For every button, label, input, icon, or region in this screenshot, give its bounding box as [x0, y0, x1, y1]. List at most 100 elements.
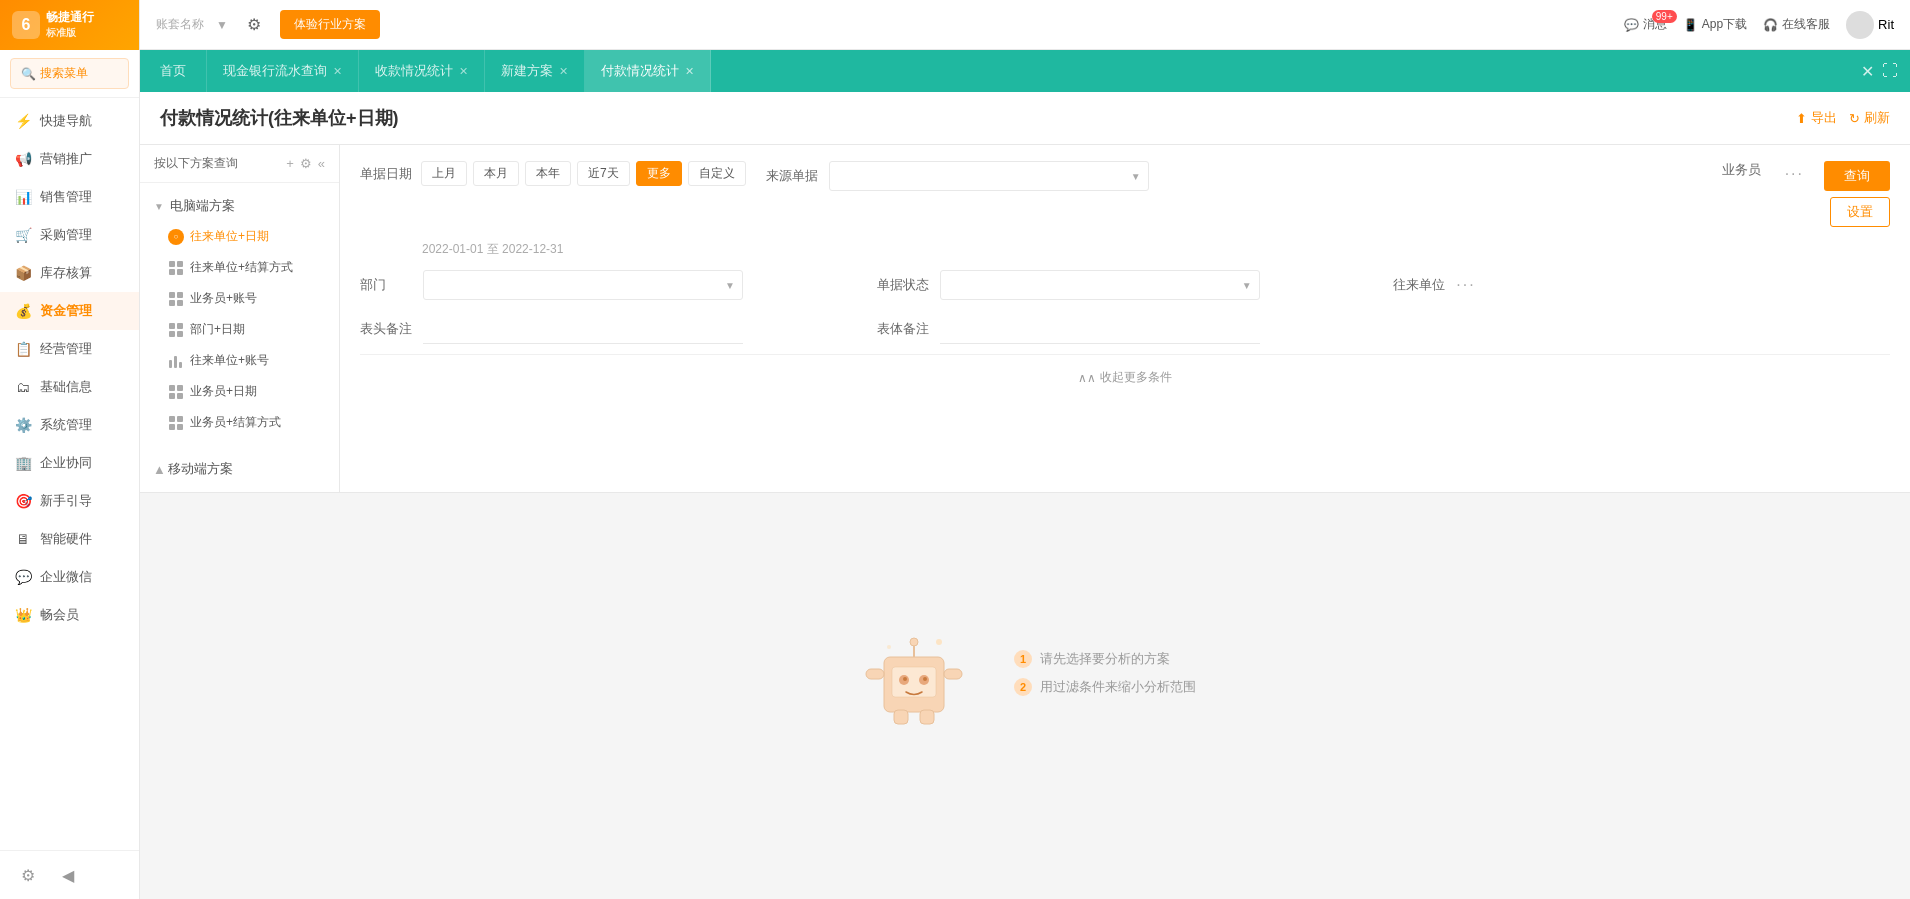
schema-item-grid-icon-0: [168, 260, 184, 276]
svg-rect-10: [894, 710, 908, 724]
counterpart-dots-button[interactable]: ···: [1456, 276, 1475, 294]
tab-expand-icon[interactable]: ⛶: [1882, 62, 1898, 80]
schema-item-salesman-date[interactable]: 业务员+日期: [140, 376, 339, 407]
inventory-icon: 📦: [14, 264, 32, 282]
body-note-input[interactable]: [940, 314, 1260, 344]
sidebar-search-area: 🔍 搜索菜单: [0, 50, 139, 98]
member-icon: 👑: [14, 606, 32, 624]
topbar-account: 账套名称: [156, 16, 204, 33]
sidebar-item-purchase[interactable]: 🛒 采购管理: [0, 216, 139, 254]
sidebar-item-inventory[interactable]: 📦 库存核算: [0, 254, 139, 292]
date-this-year-button[interactable]: 本年: [525, 161, 571, 186]
schema-panel-title: 按以下方案查询: [154, 155, 238, 172]
settings-footer-icon: ⚙: [21, 866, 35, 885]
sidebar-item-system[interactable]: ⚙️ 系统管理: [0, 406, 139, 444]
date-more-button[interactable]: 更多: [636, 161, 682, 186]
counterpart-label: 往来单位: [1393, 276, 1448, 294]
topbar-settings-button[interactable]: ⚙: [240, 11, 268, 39]
date-last-month-button[interactable]: 上月: [421, 161, 467, 186]
schema-item-counterpart-date[interactable]: ○ 往来单位+日期: [140, 221, 339, 252]
collapse-row: ∧∧ 收起更多条件: [360, 354, 1890, 400]
schema-collapse-icon[interactable]: «: [318, 156, 325, 171]
tab-new-plan[interactable]: 新建方案 ✕: [485, 50, 585, 92]
topbar-actions: 💬 消息 99+ 📱 App下载 🎧 在线客服 Rit: [1624, 11, 1894, 39]
empty-hint-2: 2 用过滤条件来缩小分析范围: [1014, 678, 1196, 696]
sidebar-item-marketing[interactable]: 📢 营销推广: [0, 140, 139, 178]
tab-new-plan-close-icon[interactable]: ✕: [559, 65, 568, 78]
refresh-icon: ↻: [1849, 111, 1860, 126]
tab-collection[interactable]: 收款情况统计 ✕: [359, 50, 485, 92]
sidebar-collapse-button[interactable]: ◀: [54, 861, 82, 889]
schema-item-counterpart-settle[interactable]: 往来单位+结算方式: [140, 252, 339, 283]
tab-payment-close-icon[interactable]: ✕: [685, 65, 694, 78]
app-download-icon: 📱: [1683, 18, 1698, 32]
tab-payment[interactable]: 付款情况统计 ✕: [585, 50, 711, 92]
schema-mobile-group-header[interactable]: ▶ 移动端方案: [140, 454, 339, 484]
user-profile-button[interactable]: Rit: [1846, 11, 1894, 39]
source-select[interactable]: [829, 161, 1149, 191]
schema-item-grid-icon-3: [168, 384, 184, 400]
sales-icon: 📊: [14, 188, 32, 206]
date-range-display: 2022-01-01 至 2022-12-31: [360, 241, 1890, 258]
tab-bank-close-icon[interactable]: ✕: [333, 65, 342, 78]
svg-point-5: [923, 677, 927, 681]
tab-bank[interactable]: 现金银行流水查询 ✕: [207, 50, 359, 92]
search-menu-button[interactable]: 🔍 搜索菜单: [10, 58, 129, 89]
svg-point-12: [936, 639, 942, 645]
refresh-button[interactable]: ↻ 刷新: [1849, 109, 1890, 127]
schema-pc-group-header[interactable]: ▼ 电脑端方案: [140, 191, 339, 221]
trial-plan-button[interactable]: 体验行业方案: [280, 10, 380, 39]
svg-rect-9: [944, 669, 962, 679]
sidebar-item-operation[interactable]: 📋 经营管理: [0, 330, 139, 368]
schema-pc-arrow-icon: ▼: [154, 201, 164, 212]
sidebar-settings-button[interactable]: ⚙: [14, 861, 42, 889]
account-name: 账套名称: [156, 16, 204, 33]
sidebar-item-hardware[interactable]: 🖥 智能硬件: [0, 520, 139, 558]
date-range-text: 2022-01-01 至 2022-12-31: [422, 242, 563, 256]
export-button[interactable]: ⬆ 导出: [1796, 109, 1837, 127]
dept-select[interactable]: [423, 270, 743, 300]
filter-settings-button[interactable]: 设置: [1830, 197, 1890, 227]
sidebar-item-member[interactable]: 👑 畅会员: [0, 596, 139, 634]
sidebar-item-capital[interactable]: 💰 资金管理: [0, 292, 139, 330]
online-service-button[interactable]: 🎧 在线客服: [1763, 16, 1830, 33]
date-this-month-button[interactable]: 本月: [473, 161, 519, 186]
schema-item-salesman-settle[interactable]: 业务员+结算方式: [140, 407, 339, 438]
schema-item-dept-date[interactable]: 部门+日期: [140, 314, 339, 345]
sidebar-item-enterprise[interactable]: 🏢 企业协同: [0, 444, 139, 482]
header-note-input[interactable]: [423, 314, 743, 344]
app-download-button[interactable]: 📱 App下载: [1683, 16, 1747, 33]
date-custom-button[interactable]: 自定义: [688, 161, 746, 186]
collapse-icon: ◀: [62, 866, 74, 885]
schema-panel: 按以下方案查询 + ⚙ « ▼ 电脑端方案: [140, 145, 340, 492]
purchase-icon: 🛒: [14, 226, 32, 244]
schema-item-counterpart-account[interactable]: 往来单位+账号: [140, 345, 339, 376]
date-7days-button[interactable]: 近7天: [577, 161, 630, 186]
sidebar-item-guide[interactable]: 🎯 新手引导: [0, 482, 139, 520]
collapse-conditions-button[interactable]: ∧∧ 收起更多条件: [1078, 363, 1172, 392]
topbar-settings-icon: ⚙: [247, 15, 261, 34]
schema-settings-icon[interactable]: ⚙: [300, 156, 312, 171]
account-chevron-icon[interactable]: ▼: [216, 18, 228, 32]
tab-collection-close-icon[interactable]: ✕: [459, 65, 468, 78]
counterpart-filter-cell: 往来单位 ···: [1393, 276, 1890, 294]
sidebar-item-wechat[interactable]: 💬 企业微信: [0, 558, 139, 596]
sidebar-item-quick-nav[interactable]: ⚡ 快捷导航: [0, 102, 139, 140]
salesman-dots-button[interactable]: ...: [1785, 161, 1804, 179]
tab-home[interactable]: 首页: [140, 50, 207, 92]
doc-status-select[interactable]: [940, 270, 1260, 300]
schema-pc-group: ▼ 电脑端方案 ○ 往来单位+日期: [140, 183, 339, 446]
schema-add-icon[interactable]: +: [286, 156, 294, 171]
svg-rect-8: [866, 669, 884, 679]
sidebar-item-basic[interactable]: 🗂 基础信息: [0, 368, 139, 406]
query-button[interactable]: 查询: [1824, 161, 1890, 191]
date-filter-row: 单据日期 上月 本月 本年 近7天 更多 自定义: [360, 161, 746, 186]
schema-item-salesman-account[interactable]: 业务员+账号: [140, 283, 339, 314]
user-avatar: [1846, 11, 1874, 39]
tab-close-all-icon[interactable]: ✕: [1861, 62, 1874, 81]
source-select-wrap: ▼: [829, 161, 1149, 191]
app-name: 畅捷通行: [46, 10, 94, 26]
sidebar-item-sales[interactable]: 📊 销售管理: [0, 178, 139, 216]
schema-mobile-arrow-icon: ▶: [153, 465, 164, 473]
notification-button[interactable]: 💬 消息 99+: [1624, 16, 1667, 33]
